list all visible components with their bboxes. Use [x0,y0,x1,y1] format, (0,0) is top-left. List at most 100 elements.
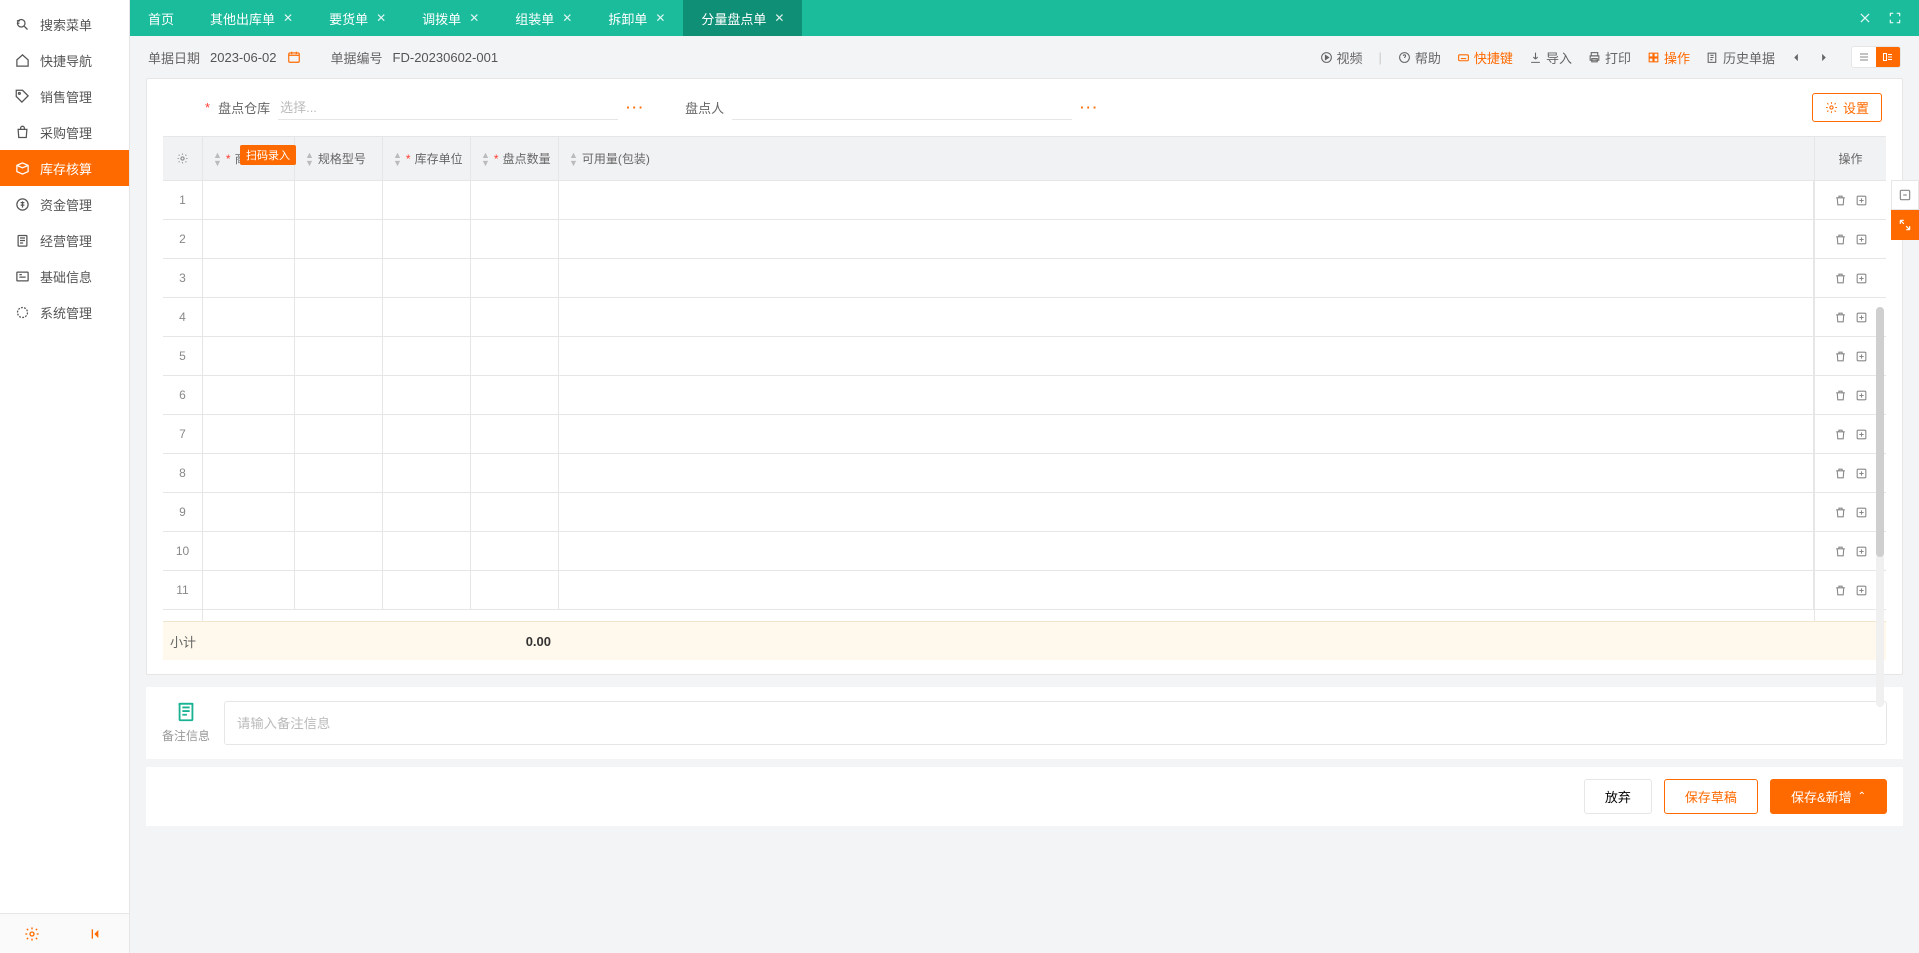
warehouse-input[interactable] [278,96,618,120]
sidebar-item-purchase[interactable]: 采购管理 [0,114,129,150]
header-toolbar: 视频 | 帮助 快捷键 导入 打印 操作 历史单据 [1320,46,1902,68]
table-row[interactable] [203,259,1814,298]
sidebar-item-basic[interactable]: 基础信息 [0,258,129,294]
delete-row-icon[interactable] [1834,194,1847,207]
table-row[interactable] [203,376,1814,415]
close-icon[interactable]: ✕ [283,11,293,25]
person-input[interactable] [732,96,1072,120]
list-view-icon[interactable] [1852,47,1876,67]
print-link[interactable]: 打印 [1588,48,1631,67]
tab-disassemble[interactable]: 拆卸单 ✕ [590,0,683,36]
delete-row-icon[interactable] [1834,467,1847,480]
rownum-cell: 1 [163,181,202,220]
close-icon[interactable]: ✕ [774,11,784,25]
add-row-icon[interactable] [1855,389,1868,402]
person-more-icon[interactable]: ··· [1080,100,1099,115]
tab-transfer[interactable]: 调拨单 ✕ [404,0,497,36]
sidebar-item-sales[interactable]: 销售管理 [0,78,129,114]
add-row-icon[interactable] [1855,272,1868,285]
add-row-icon[interactable] [1855,545,1868,558]
table-row[interactable] [203,532,1814,571]
tab-partial-count[interactable]: 分量盘点单 ✕ [683,0,802,36]
delete-row-icon[interactable] [1834,233,1847,246]
tab-assemble[interactable]: 组装单 ✕ [497,0,590,36]
save-draft-button[interactable]: 保存草稿 [1664,779,1758,814]
add-row-icon[interactable] [1855,233,1868,246]
form-header: 单据日期 2023-06-02 单据编号 FD-20230602-001 视频 … [130,36,1919,78]
sidebar-item-label: 销售管理 [40,87,92,106]
table-row[interactable] [203,220,1814,259]
add-row-icon[interactable] [1855,194,1868,207]
fullscreen-icon[interactable] [1881,4,1909,32]
main-menu: 搜索菜单 快捷导航 销售管理 采购管理 [0,0,129,913]
delete-row-icon[interactable] [1834,545,1847,558]
table-row[interactable] [203,454,1814,493]
delete-row-icon[interactable] [1834,272,1847,285]
col-spec[interactable]: ▲▼ 规格型号 [295,137,383,180]
col-product[interactable]: ▲▼ *商品 扫码录入 [203,137,295,180]
col-qty[interactable]: ▲▼ *盘点数量 [471,137,559,180]
table-row[interactable] [203,337,1814,376]
sidebar-item-system[interactable]: 系统管理 [0,294,129,330]
sidebar-item-search[interactable]: 搜索菜单 [0,6,129,42]
operate-link[interactable]: 操作 [1647,48,1690,67]
float-edit-icon[interactable] [1891,180,1919,210]
table-row[interactable] [203,181,1814,220]
sidebar-item-inventory[interactable]: 库存核算 [0,150,129,186]
divider: | [1379,50,1382,65]
sidebar-item-label: 库存核算 [40,159,92,178]
tab-other-out[interactable]: 其他出库单 ✕ [192,0,311,36]
close-all-icon[interactable] [1851,4,1879,32]
tab-request[interactable]: 要货单 ✕ [311,0,404,36]
help-link[interactable]: 帮助 [1398,48,1441,67]
sidebar-item-finance[interactable]: 资金管理 [0,186,129,222]
delete-row-icon[interactable] [1834,584,1847,597]
import-link[interactable]: 导入 [1529,48,1572,67]
sidebar-item-operation[interactable]: 经营管理 [0,222,129,258]
tab-home[interactable]: 首页 [130,0,192,36]
table-row[interactable] [203,571,1814,610]
add-row-icon[interactable] [1855,311,1868,324]
delete-row-icon[interactable] [1834,311,1847,324]
delete-row-icon[interactable] [1834,506,1847,519]
close-icon[interactable]: ✕ [655,11,665,25]
settings-icon[interactable] [24,926,40,942]
sidebar-item-quicknav[interactable]: 快捷导航 [0,42,129,78]
date-value[interactable]: 2023-06-02 [210,50,277,65]
collapse-icon[interactable] [89,926,105,942]
delete-row-icon[interactable] [1834,389,1847,402]
settings-button[interactable]: 设置 [1812,93,1882,122]
warehouse-more-icon[interactable]: ··· [626,100,645,115]
history-link[interactable]: 历史单据 [1706,48,1775,67]
data-table: 1234567891011 ▲▼ *商品 扫码录入 ▲▼ 规格型号 [163,136,1886,621]
scan-tag[interactable]: 扫码录入 [240,145,296,165]
calendar-icon[interactable] [287,50,301,64]
close-icon[interactable]: ✕ [376,11,386,25]
gear-header-icon[interactable] [163,137,202,181]
delete-row-icon[interactable] [1834,428,1847,441]
add-row-icon[interactable] [1855,467,1868,480]
add-row-icon[interactable] [1855,584,1868,597]
add-row-icon[interactable] [1855,350,1868,363]
next-page-icon[interactable] [1818,52,1829,63]
close-icon[interactable]: ✕ [562,11,572,25]
close-icon[interactable]: ✕ [469,11,479,25]
delete-row-icon[interactable] [1834,350,1847,363]
save-new-button[interactable]: 保存&新增 ⌃ [1770,779,1887,814]
prev-page-icon[interactable] [1791,52,1802,63]
date-label: 单据日期 [148,48,200,67]
table-row[interactable] [203,493,1814,532]
add-row-icon[interactable] [1855,506,1868,519]
video-link[interactable]: 视频 [1320,48,1363,67]
add-row-icon[interactable] [1855,428,1868,441]
scrollbar[interactable] [1876,307,1884,707]
discard-button[interactable]: 放弃 [1584,779,1652,814]
remark-input[interactable] [224,701,1887,745]
col-unit[interactable]: ▲▼ *库存单位 [383,137,471,180]
float-expand-icon[interactable] [1891,210,1919,240]
table-row[interactable] [203,415,1814,454]
hotkey-link[interactable]: 快捷键 [1457,48,1513,67]
card-view-icon[interactable] [1876,47,1900,67]
table-row[interactable] [203,298,1814,337]
col-avail[interactable]: ▲▼ 可用量(包装) [559,137,1814,180]
